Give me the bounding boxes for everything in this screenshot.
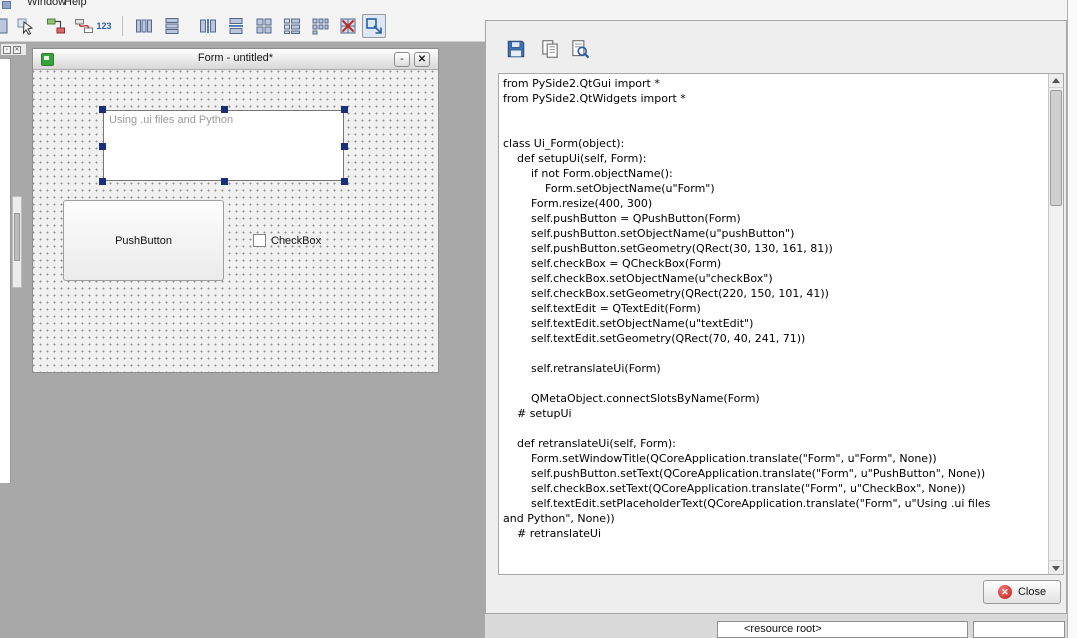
menu-window[interactable]: Window xyxy=(27,0,66,8)
code-line: self.textEdit.setObjectName(u"textEdit") xyxy=(503,316,1046,331)
form-editor-window: Form - untitled* - ✕ Using .ui files and… xyxy=(32,48,439,373)
code-line: self.pushButton = QPushButton(Form) xyxy=(503,211,1046,226)
scroll-up-icon[interactable] xyxy=(1049,74,1063,88)
lay-out-in-grid-icon[interactable] xyxy=(252,14,276,38)
code-line: self.checkBox.setObjectName(u"checkBox") xyxy=(503,271,1046,286)
checkbox-indicator[interactable] xyxy=(253,234,266,247)
resize-handle-bottom[interactable] xyxy=(221,178,228,185)
code-line: class Ui_Form(object): xyxy=(503,136,1046,151)
code-line: if not Form.objectName(): xyxy=(503,166,1046,181)
code-line: # setupUi xyxy=(503,406,1046,421)
menubar: Window Help xyxy=(0,0,1077,10)
save-icon[interactable] xyxy=(504,37,528,61)
code-line: Form.resize(400, 300) xyxy=(503,196,1046,211)
close-x-icon xyxy=(998,585,1012,599)
code-line xyxy=(503,376,1046,391)
resize-handle-top-left[interactable] xyxy=(99,106,106,113)
simplify-grid-layout-icon[interactable] xyxy=(308,14,332,38)
lay-out-horizontally-icon[interactable] xyxy=(132,14,156,38)
adjust-size-icon[interactable] xyxy=(362,14,386,38)
code-line: and Python", None)) xyxy=(503,511,1046,526)
code-line: from PySide2.QtGui import * xyxy=(503,76,1046,91)
code-line: self.pushButton.setText(QCoreApplication… xyxy=(503,466,1046,481)
code-line: def setupUi(self, Form): xyxy=(503,151,1046,166)
lay-out-vertically-icon[interactable] xyxy=(160,14,184,38)
code-scrollbar[interactable] xyxy=(1048,74,1063,574)
code-line: self.retranslateUi(Form) xyxy=(503,361,1046,376)
code-line: self.textEdit.setGeometry(QRect(70, 40, … xyxy=(503,331,1046,346)
code-line: self.textEdit.setPlaceholderText(QCoreAp… xyxy=(503,496,1046,511)
close-button-label: Close xyxy=(1018,586,1046,598)
scroll-down-icon[interactable] xyxy=(1049,560,1063,574)
lay-out-in-form-layout-icon[interactable] xyxy=(280,14,304,38)
selection-handles xyxy=(103,110,344,181)
tab-order-label: 123 xyxy=(96,21,111,31)
code-line: self.textEdit = QTextEdit(Form) xyxy=(503,301,1046,316)
checkbox-widget[interactable]: CheckBox xyxy=(253,220,354,261)
resource-root-item[interactable]: <resource root> xyxy=(717,621,968,638)
break-layout-icon[interactable] xyxy=(336,14,360,38)
right-window-edge xyxy=(1067,0,1077,638)
dialog-close-button[interactable]: Close xyxy=(983,580,1061,604)
edit-widgets-icon[interactable] xyxy=(14,14,38,38)
lay-out-vertically-in-splitter-icon[interactable] xyxy=(224,14,248,38)
checkbox-label: CheckBox xyxy=(271,235,321,247)
dock-titlebar-fragment: ▫ ✕ xyxy=(0,43,27,56)
resize-handle-top-right[interactable] xyxy=(341,106,348,113)
code-line: self.checkBox.setGeometry(QRect(220, 150… xyxy=(503,286,1046,301)
dock-close-icon[interactable]: ✕ xyxy=(13,46,21,54)
code-lines: from PySide2.QtGui import *from PySide2.… xyxy=(503,76,1046,572)
background-dialog-fragment: <resource root> xyxy=(485,614,1067,638)
code-line: QMetaObject.connectSlotsByName(Form) xyxy=(503,391,1046,406)
resize-handle-bottom-left[interactable] xyxy=(99,178,106,185)
code-preview-dialog: from PySide2.QtGui import *from PySide2.… xyxy=(485,20,1067,614)
form-canvas[interactable]: Using .ui files and Python PushButton Ch… xyxy=(33,70,438,372)
minimize-button[interactable]: - xyxy=(394,52,410,67)
lay-out-horizontally-in-splitter-icon[interactable] xyxy=(196,14,220,38)
code-view[interactable]: from PySide2.QtGui import *from PySide2.… xyxy=(498,73,1064,575)
code-line: from PySide2.QtWidgets import * xyxy=(503,91,1046,106)
code-line xyxy=(503,106,1046,121)
resource-panel-fragment xyxy=(973,621,1065,638)
code-line: self.checkBox.setText(QCoreApplication.t… xyxy=(503,481,1046,496)
code-line: Form.setObjectName(u"Form") xyxy=(503,181,1046,196)
resize-handle-top[interactable] xyxy=(221,106,228,113)
code-line: def retranslateUi(self, Form): xyxy=(503,436,1046,451)
close-button[interactable]: ✕ xyxy=(414,52,430,67)
copy-icon[interactable] xyxy=(538,37,562,61)
toolbar-separator xyxy=(122,16,123,36)
edit-signals-slots-icon[interactable] xyxy=(44,14,68,38)
menu-help[interactable]: Help xyxy=(64,0,87,8)
code-line: # retranslateUi xyxy=(503,526,1046,541)
widget-box-fragment xyxy=(0,58,11,483)
form-window-titlebar[interactable]: Form - untitled* - ✕ xyxy=(33,49,438,70)
edit-tab-order-icon[interactable]: 123 xyxy=(92,14,116,38)
code-line: self.checkBox = QCheckBox(Form) xyxy=(503,256,1046,271)
dock-float-icon[interactable]: ▫ xyxy=(3,46,11,54)
find-icon[interactable] xyxy=(568,37,592,61)
app-menu-icon xyxy=(2,1,11,9)
code-line xyxy=(503,421,1046,436)
dock-scrollbar-thumb[interactable] xyxy=(14,213,20,261)
resize-handle-left[interactable] xyxy=(99,143,106,150)
clipped-toolbar-icon[interactable] xyxy=(0,14,12,38)
scrollbar-thumb[interactable] xyxy=(1050,90,1062,206)
code-line xyxy=(503,346,1046,361)
pushbutton-widget[interactable]: PushButton xyxy=(63,200,224,281)
code-line: Form.setWindowTitle(QCoreApplication.tra… xyxy=(503,451,1046,466)
code-line: self.pushButton.setObjectName(u"pushButt… xyxy=(503,226,1046,241)
code-line: self.pushButton.setGeometry(QRect(30, 13… xyxy=(503,241,1046,256)
form-window-title: Form - untitled* xyxy=(33,52,438,64)
resize-handle-right[interactable] xyxy=(341,143,348,150)
resize-handle-bottom-right[interactable] xyxy=(341,178,348,185)
code-line xyxy=(503,121,1046,136)
dock-scrollbar[interactable] xyxy=(12,196,22,288)
